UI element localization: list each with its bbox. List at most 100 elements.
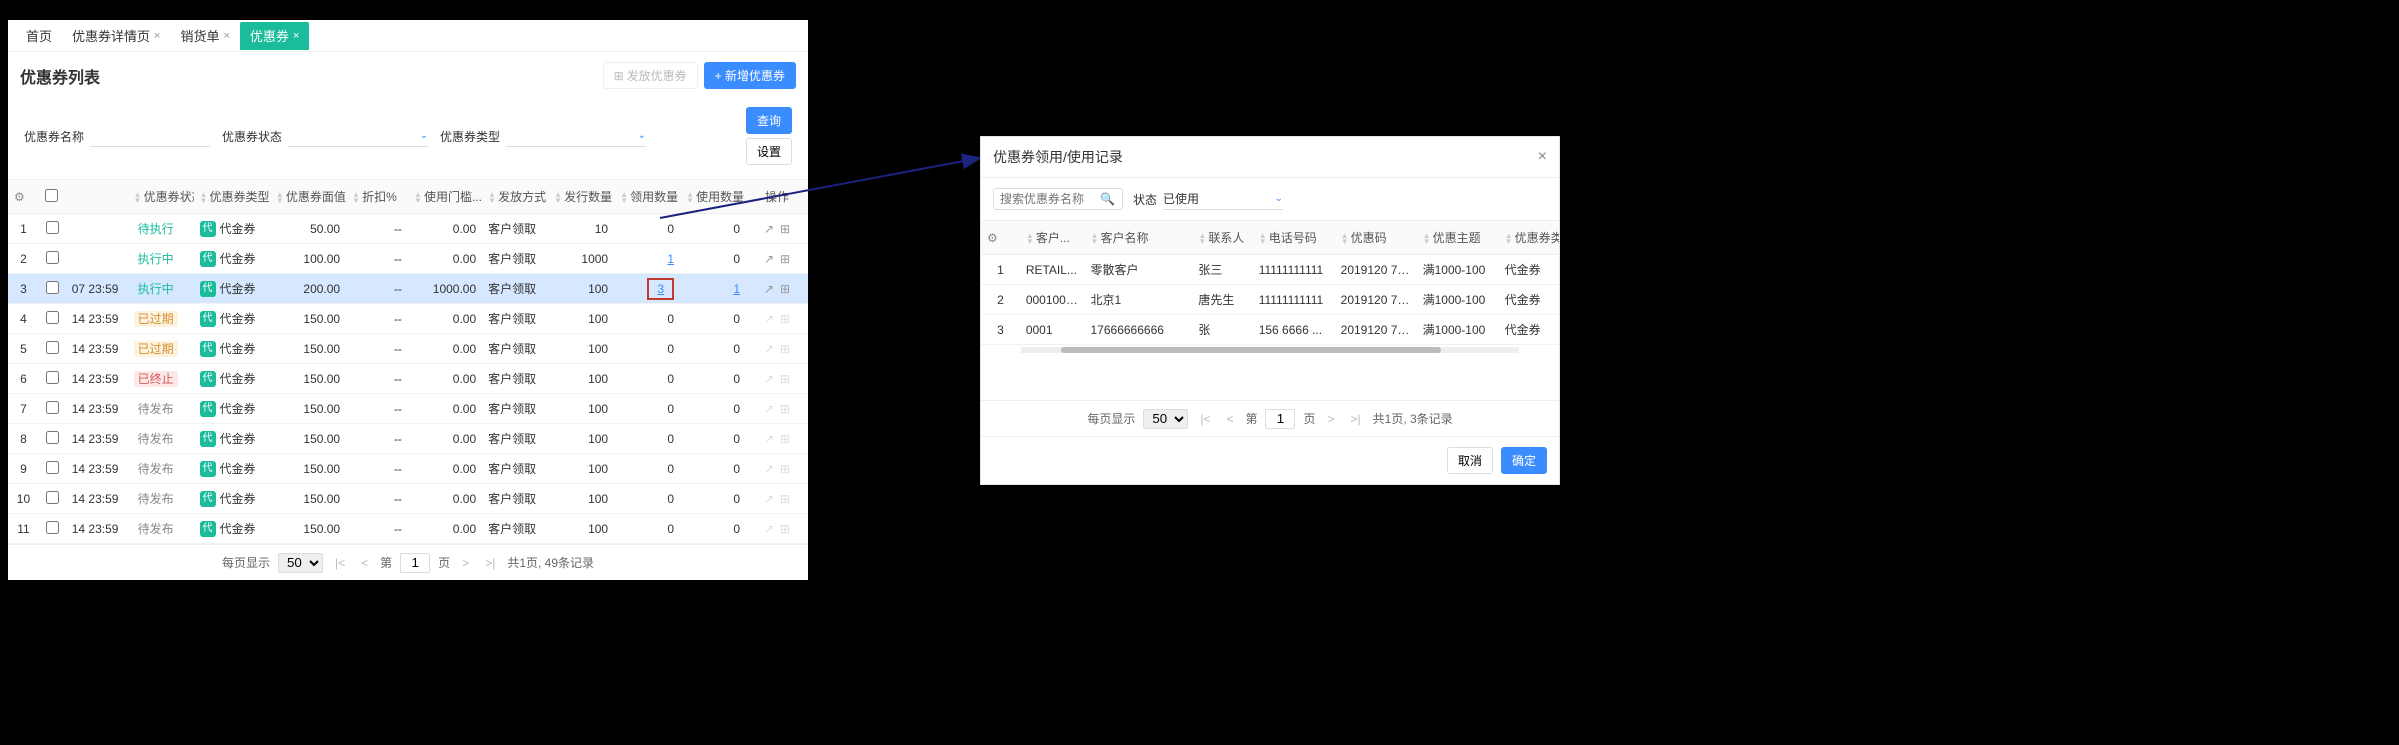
col-claimed[interactable]: ▲▼领用数量 (614, 180, 680, 214)
row-ops: ↗⊞ (746, 424, 808, 454)
table-row[interactable]: 414 23:59已过期代代金券150.00--0.00客户领取10000↗⊞ (8, 304, 808, 334)
filter-status-select[interactable]: ⌄ (288, 125, 428, 147)
qr-icon[interactable]: ⊞ (780, 282, 790, 296)
row-type: 代金券 (1499, 255, 1559, 285)
gear-header[interactable]: ⚙ (981, 221, 1020, 255)
col-coupon-code[interactable]: ▲▼优惠码 (1335, 221, 1417, 255)
query-button[interactable]: 查询 (746, 107, 792, 134)
state-select[interactable]: 已使用 ⌄ (1163, 188, 1283, 210)
qr-icon: ⊞ (780, 522, 790, 536)
page-last[interactable]: >| (1347, 412, 1365, 426)
row-threshold: 0.00 (408, 484, 482, 514)
page-first[interactable]: |< (331, 556, 349, 570)
search-input[interactable] (1000, 192, 1100, 206)
page-input[interactable] (1265, 409, 1295, 429)
row-checkbox[interactable] (46, 251, 59, 264)
page-last[interactable]: >| (481, 556, 499, 570)
share-icon[interactable]: ↗ (764, 252, 774, 266)
col-contact[interactable]: ▲▼联系人 (1192, 221, 1252, 255)
sort-icon: ▲▼ (1091, 233, 1099, 245)
table-row[interactable]: 914 23:59待发布代代金券150.00--0.00客户领取10000↗⊞ (8, 454, 808, 484)
table-row[interactable]: 814 23:59待发布代代金券150.00--0.00客户领取10000↗⊞ (8, 424, 808, 454)
page-next[interactable]: > (1324, 412, 1339, 426)
col-type[interactable]: ▲▼优惠券类 (1499, 221, 1559, 255)
share-icon[interactable]: ↗ (764, 282, 774, 296)
settings-button[interactable]: 设置 (746, 138, 792, 165)
table-row[interactable]: 1114 23:59待发布代代金券150.00--0.00客户领取10000↗⊞ (8, 514, 808, 544)
checkbox-header[interactable] (39, 180, 66, 214)
table-row[interactable]: 1014 23:59待发布代代金券150.00--0.00客户领取10000↗⊞ (8, 484, 808, 514)
table-row[interactable]: 307 23:59执行中代代金券200.00--1000.00客户领取10031… (8, 274, 808, 304)
search-box[interactable]: 🔍 (993, 188, 1123, 210)
per-page-select[interactable]: 50 (1143, 409, 1188, 429)
row-index: 9 (8, 454, 39, 484)
table-row[interactable]: 3000117666666666张156 6666 ...2019120 70.… (981, 315, 1559, 345)
col-issued[interactable]: ▲▼发行数量 (548, 180, 614, 214)
col-face[interactable]: ▲▼优惠券面值 (270, 180, 346, 214)
row-discount: -- (346, 394, 408, 424)
share-icon: ↗ (764, 522, 774, 536)
select-all-checkbox[interactable] (45, 189, 58, 202)
row-method: 客户领取 (482, 484, 548, 514)
share-icon: ↗ (764, 492, 774, 506)
horizontal-scrollbar[interactable] (1021, 347, 1519, 353)
row-checkbox[interactable] (46, 221, 59, 234)
tab[interactable]: 优惠券× (240, 22, 309, 50)
row-checkbox[interactable] (46, 281, 59, 294)
per-page-select[interactable]: 50 (278, 553, 323, 573)
row-checkbox[interactable] (46, 431, 59, 444)
col-threshold[interactable]: ▲▼使用门槛... (408, 180, 482, 214)
gear-header[interactable]: ⚙ (8, 180, 39, 214)
page-next[interactable]: > (458, 556, 473, 570)
tab[interactable]: 优惠券详情页× (62, 22, 170, 50)
row-checkbox[interactable] (46, 341, 59, 354)
row-issued: 100 (548, 274, 614, 304)
confirm-button[interactable]: 确定 (1501, 447, 1547, 474)
distribute-button[interactable]: ⊞发放优惠券 (603, 62, 698, 89)
page-prev[interactable]: < (357, 556, 372, 570)
voucher-badge-icon: 代 (200, 281, 216, 297)
tab[interactable]: 首页 (16, 22, 62, 50)
table-row[interactable]: 514 23:59已过期代代金券150.00--0.00客户领取10000↗⊞ (8, 334, 808, 364)
page-first[interactable]: |< (1196, 412, 1214, 426)
page-prev[interactable]: < (1222, 412, 1237, 426)
claimed-link[interactable]: 1 (667, 252, 674, 266)
cancel-button[interactable]: 取消 (1447, 447, 1493, 474)
col-discount[interactable]: ▲▼折扣% (346, 180, 408, 214)
row-checkbox[interactable] (46, 491, 59, 504)
table-row[interactable]: 614 23:59已终止代代金券150.00--0.00客户领取10000↗⊞ (8, 364, 808, 394)
add-coupon-button[interactable]: + 新增优惠券 (704, 62, 796, 89)
share-icon[interactable]: ↗ (764, 222, 774, 236)
table-row[interactable]: 200010001北京1唐先生111111111112019120 70...满… (981, 285, 1559, 315)
claimed-link[interactable]: 3 (657, 282, 664, 296)
close-icon[interactable]: × (223, 30, 229, 42)
col-type[interactable]: ▲▼优惠券类型 (194, 180, 270, 214)
filter-type-select[interactable]: ⌄ (506, 125, 646, 147)
close-icon[interactable]: × (1538, 148, 1547, 166)
used-link[interactable]: 1 (733, 282, 740, 296)
row-checkbox[interactable] (46, 521, 59, 534)
table-row[interactable]: 714 23:59待发布代代金券150.00--0.00客户领取10000↗⊞ (8, 394, 808, 424)
col-cust-code[interactable]: ▲▼客户... (1020, 221, 1085, 255)
tab[interactable]: 销货单× (170, 22, 239, 50)
table-row[interactable]: 1待执行代代金券50.00--0.00客户领取1000↗⊞ (8, 214, 808, 244)
col-method[interactable]: ▲▼发放方式 (482, 180, 548, 214)
row-checkbox[interactable] (46, 371, 59, 384)
col-used[interactable]: ▲▼使用数量 (680, 180, 746, 214)
row-checkbox[interactable] (46, 461, 59, 474)
close-icon[interactable]: × (154, 30, 160, 42)
close-icon[interactable]: × (293, 30, 299, 42)
col-phone[interactable]: ▲▼电话号码 (1253, 221, 1335, 255)
col-cust-name[interactable]: ▲▼客户名称 (1085, 221, 1193, 255)
col-status[interactable]: ▲▼优惠券状态 (128, 180, 194, 214)
col-subject[interactable]: ▲▼优惠主题 (1417, 221, 1499, 255)
qr-icon[interactable]: ⊞ (780, 222, 790, 236)
table-row[interactable]: 1RETAIL...零散客户张三111111111112019120 70...… (981, 255, 1559, 285)
table-row[interactable]: 2执行中代代金券100.00--0.00客户领取100010↗⊞ (8, 244, 808, 274)
row-checkbox[interactable] (46, 401, 59, 414)
qr-icon[interactable]: ⊞ (780, 252, 790, 266)
filter-name-input[interactable] (90, 125, 210, 147)
page-input[interactable] (400, 553, 430, 573)
row-checkbox[interactable] (46, 311, 59, 324)
row-used: 0 (680, 214, 746, 244)
